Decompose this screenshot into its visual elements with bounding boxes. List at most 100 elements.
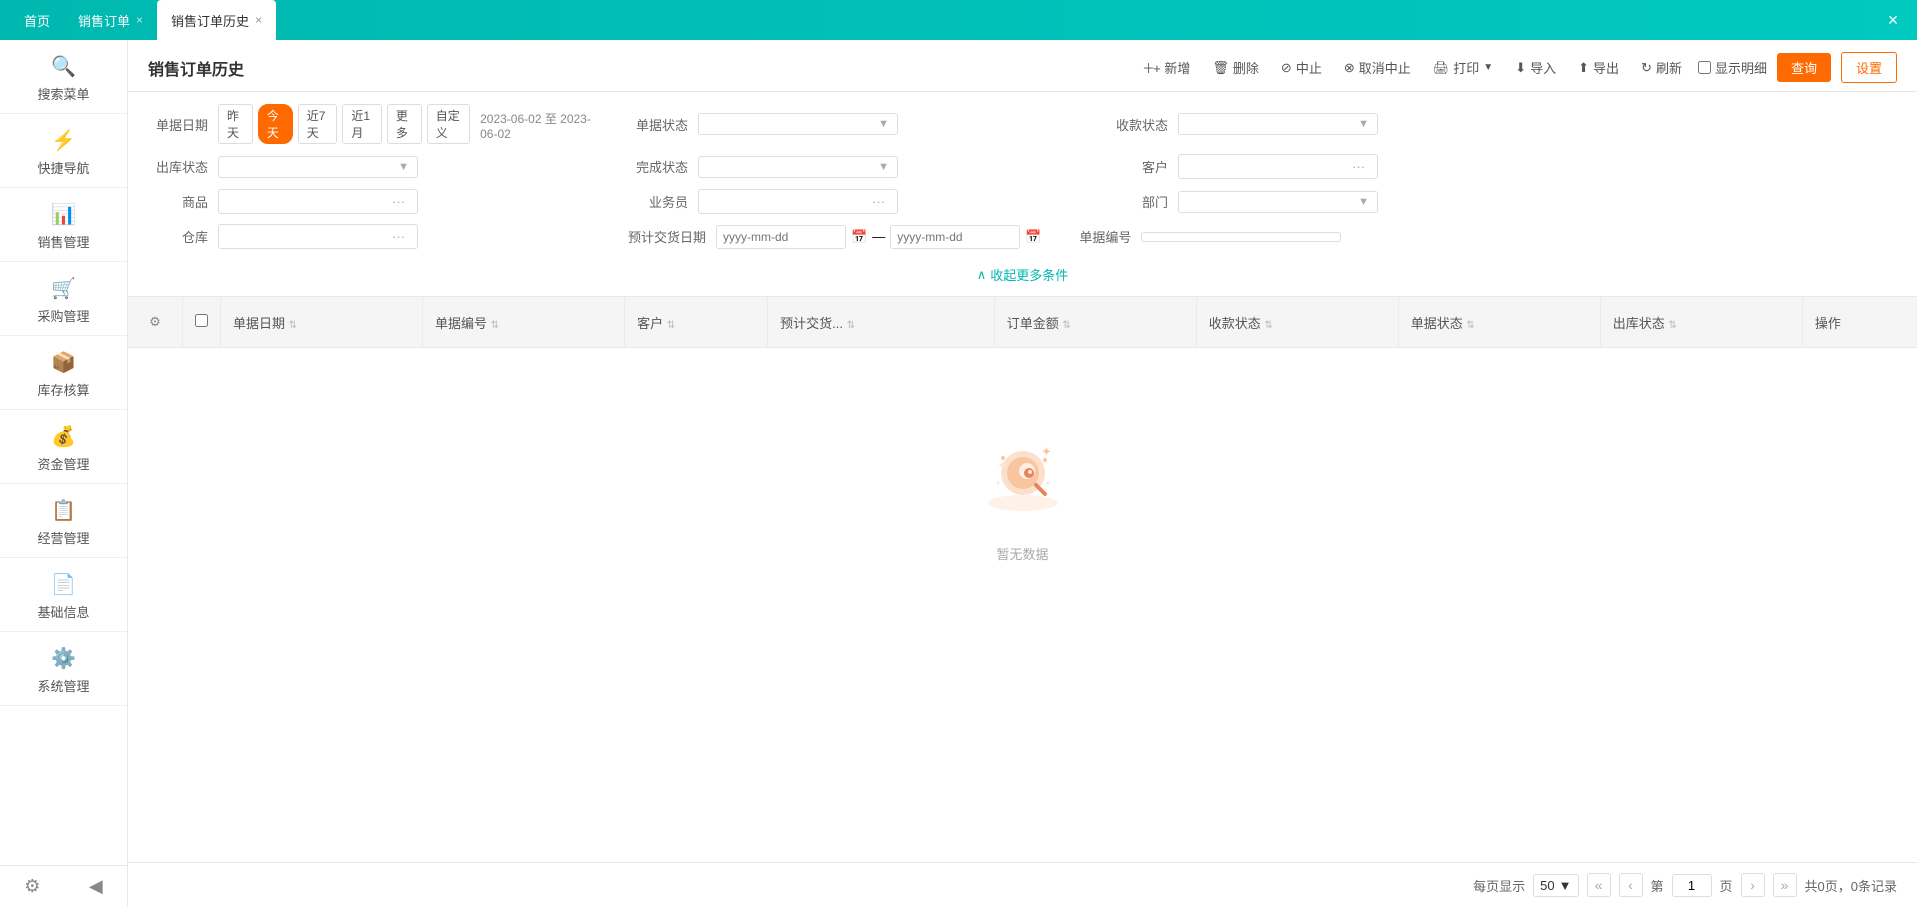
table-settings-button[interactable]: ⚙ bbox=[140, 307, 170, 337]
import-button[interactable]: ⬇ 导入 bbox=[1509, 55, 1562, 80]
department-select[interactable]: ▼ bbox=[1178, 191, 1378, 213]
select-all-checkbox[interactable] bbox=[195, 314, 208, 327]
bill-status-field: ▼ bbox=[698, 113, 1078, 135]
print-button[interactable]: 🖨 打印 ▼ bbox=[1427, 55, 1499, 80]
page-word-before: 第 bbox=[1651, 876, 1664, 895]
display-detail-checkbox[interactable]: 显示明细 bbox=[1698, 58, 1767, 77]
col-expected-date[interactable]: 预计交货... ⇅ bbox=[768, 297, 995, 348]
last-page-button[interactable]: » bbox=[1773, 873, 1797, 897]
bill-number-input[interactable] bbox=[1141, 232, 1341, 242]
new-button[interactable]: ＋ + 新增 bbox=[1136, 55, 1196, 80]
window-close-button[interactable]: × bbox=[1879, 6, 1907, 34]
cancel-stop-button[interactable]: ⊗ 取消中止 bbox=[1338, 55, 1417, 80]
customer-field: ··· bbox=[1178, 154, 1558, 179]
export-button[interactable]: ⬆ 导出 bbox=[1572, 55, 1625, 80]
date-to-calendar-icon[interactable]: 📅 bbox=[1025, 229, 1041, 245]
col-delivery-status[interactable]: 出库状态 ⇅ bbox=[1600, 297, 1802, 348]
toolbar: ＋ + 新增 🗑 删除 ⊘ 中止 ⊗ 取消中止 🖨 打印 bbox=[1136, 52, 1897, 83]
warehouse-dots-icon[interactable]: ··· bbox=[388, 229, 409, 244]
col-payment-status[interactable]: 收款状态 ⇅ bbox=[1196, 297, 1398, 348]
tab-sales-order[interactable]: 销售订单 × bbox=[64, 0, 157, 40]
sidebar-item-finance[interactable]: 💰 资金管理 bbox=[0, 410, 127, 484]
sidebar-item-inventory[interactable]: 📦 库存核算 bbox=[0, 336, 127, 410]
date-7days[interactable]: 近7天 bbox=[298, 104, 338, 144]
sidebar-item-sales[interactable]: 📊 销售管理 bbox=[0, 188, 127, 262]
date-today[interactable]: 今天 bbox=[258, 104, 293, 144]
col-date-sort-icon: ⇅ bbox=[289, 320, 297, 331]
tab-close-sales-order[interactable]: × bbox=[136, 13, 143, 27]
bill-status-select[interactable]: ▼ bbox=[698, 113, 898, 135]
date-label: 单据日期 bbox=[148, 115, 218, 134]
tab-home[interactable]: 首页 bbox=[10, 0, 64, 40]
col-date-label: 单据日期 bbox=[233, 316, 285, 331]
table-checkbox-cell bbox=[183, 297, 221, 348]
col-customer[interactable]: 客户 ⇅ bbox=[625, 297, 768, 348]
first-page-button[interactable]: « bbox=[1587, 873, 1611, 897]
settings-button[interactable]: 设置 bbox=[1841, 52, 1897, 83]
salesperson-dots-icon[interactable]: ··· bbox=[868, 194, 889, 209]
page-size-arrow-icon: ▼ bbox=[1559, 878, 1572, 893]
prev-page-button[interactable]: ‹ bbox=[1619, 873, 1643, 897]
expected-date-wrap: 📅 — 📅 bbox=[716, 225, 1041, 249]
inventory-icon: 📦 bbox=[51, 350, 76, 375]
product-field: ··· bbox=[218, 189, 598, 214]
col-bill-status[interactable]: 单据状态 ⇅ bbox=[1398, 297, 1600, 348]
bill-number-label: 单据编号 bbox=[1071, 227, 1141, 246]
sidebar-item-basic-info[interactable]: 📄 基础信息 bbox=[0, 558, 127, 632]
col-amount[interactable]: 订单金额 ⇅ bbox=[994, 297, 1196, 348]
table-header-row: ⚙ 单据日期 ⇅ 单据编号 ⇅ bbox=[128, 297, 1917, 348]
date-from-calendar-icon[interactable]: 📅 bbox=[851, 229, 867, 245]
delete-button[interactable]: 🗑 删除 bbox=[1206, 55, 1265, 80]
date-1month[interactable]: 近1月 bbox=[342, 104, 382, 144]
date-more[interactable]: 更多 bbox=[387, 104, 422, 144]
sidebar-item-purchase[interactable]: 🛒 采购管理 bbox=[0, 262, 127, 336]
refresh-button[interactable]: ↻ 刷新 bbox=[1635, 55, 1688, 80]
filter-area: 单据日期 昨天 今天 近7天 近1月 更多 自定义 2023-06-02 至 2… bbox=[128, 92, 1917, 297]
page-number-input[interactable] bbox=[1672, 874, 1712, 897]
delivery-status-select[interactable]: ▼ bbox=[218, 156, 418, 178]
col-bill-number[interactable]: 单据编号 ⇅ bbox=[423, 297, 625, 348]
warehouse-field: ··· bbox=[218, 224, 598, 249]
expected-date-from[interactable] bbox=[716, 225, 846, 249]
sidebar-settings-button[interactable]: ⚙ bbox=[24, 876, 40, 897]
page-size-select[interactable]: 50 ▼ bbox=[1533, 874, 1578, 897]
sidebar-item-system[interactable]: ⚙️ 系统管理 bbox=[0, 632, 127, 706]
collapse-row: ∧ 收起更多条件 bbox=[148, 259, 1897, 284]
warehouse-select[interactable]: ··· bbox=[218, 224, 418, 249]
sidebar-item-search[interactable]: 🔍 搜索菜单 bbox=[0, 40, 127, 114]
display-detail-input[interactable] bbox=[1698, 61, 1711, 74]
next-page-button[interactable]: › bbox=[1741, 873, 1765, 897]
sidebar: 🔍 搜索菜单 ⚡ 快捷导航 📊 销售管理 🛒 采购管理 📦 库存核算 💰 资金管… bbox=[0, 40, 128, 907]
date-custom[interactable]: 自定义 bbox=[427, 104, 470, 144]
stop-button[interactable]: ⊘ 中止 bbox=[1275, 55, 1328, 80]
sidebar-collapse-button[interactable]: ◀ bbox=[89, 876, 103, 897]
col-bill-status-label: 单据状态 bbox=[1411, 316, 1463, 331]
date-yesterday[interactable]: 昨天 bbox=[218, 104, 253, 144]
collapse-up-icon: ∧ bbox=[977, 267, 987, 283]
data-table: ⚙ 单据日期 ⇅ 单据编号 ⇅ bbox=[128, 297, 1917, 623]
delivery-status-field: ▼ bbox=[218, 156, 598, 178]
col-customer-label: 客户 bbox=[637, 316, 663, 331]
filter-row-2: 出库状态 ▼ 完成状态 ▼ 客户 bbox=[148, 154, 1897, 179]
date-filter-field: 昨天 今天 近7天 近1月 更多 自定义 2023-06-02 至 2023-0… bbox=[218, 104, 598, 144]
sidebar-item-quick-nav[interactable]: ⚡ 快捷导航 bbox=[0, 114, 127, 188]
payment-status-select[interactable]: ▼ bbox=[1178, 113, 1378, 135]
empty-state-cell: ✦ ✦ 暂无数据 bbox=[128, 348, 1917, 624]
customer-dots-icon[interactable]: ··· bbox=[1348, 159, 1369, 174]
collapse-button[interactable]: ∧ 收起更多条件 bbox=[148, 259, 1897, 284]
customer-select[interactable]: ··· bbox=[1178, 154, 1378, 179]
completion-status-select[interactable]: ▼ bbox=[698, 156, 898, 178]
product-dots-icon[interactable]: ··· bbox=[388, 194, 409, 209]
tab-close-history[interactable]: × bbox=[255, 13, 262, 27]
delete-icon: 🗑 bbox=[1212, 60, 1229, 76]
completion-status-field: ▼ bbox=[698, 156, 1078, 178]
sidebar-item-operations[interactable]: 📋 经营管理 bbox=[0, 484, 127, 558]
expected-date-to[interactable] bbox=[890, 225, 1020, 249]
page-word-label: 页 bbox=[1720, 876, 1733, 895]
col-date[interactable]: 单据日期 ⇅ bbox=[221, 297, 423, 348]
product-select[interactable]: ··· bbox=[218, 189, 418, 214]
salesperson-select[interactable]: ··· bbox=[698, 189, 898, 214]
tab-sales-order-history[interactable]: 销售订单历史 × bbox=[157, 0, 276, 40]
product-label: 商品 bbox=[148, 192, 218, 211]
query-button[interactable]: 查询 bbox=[1777, 53, 1831, 82]
